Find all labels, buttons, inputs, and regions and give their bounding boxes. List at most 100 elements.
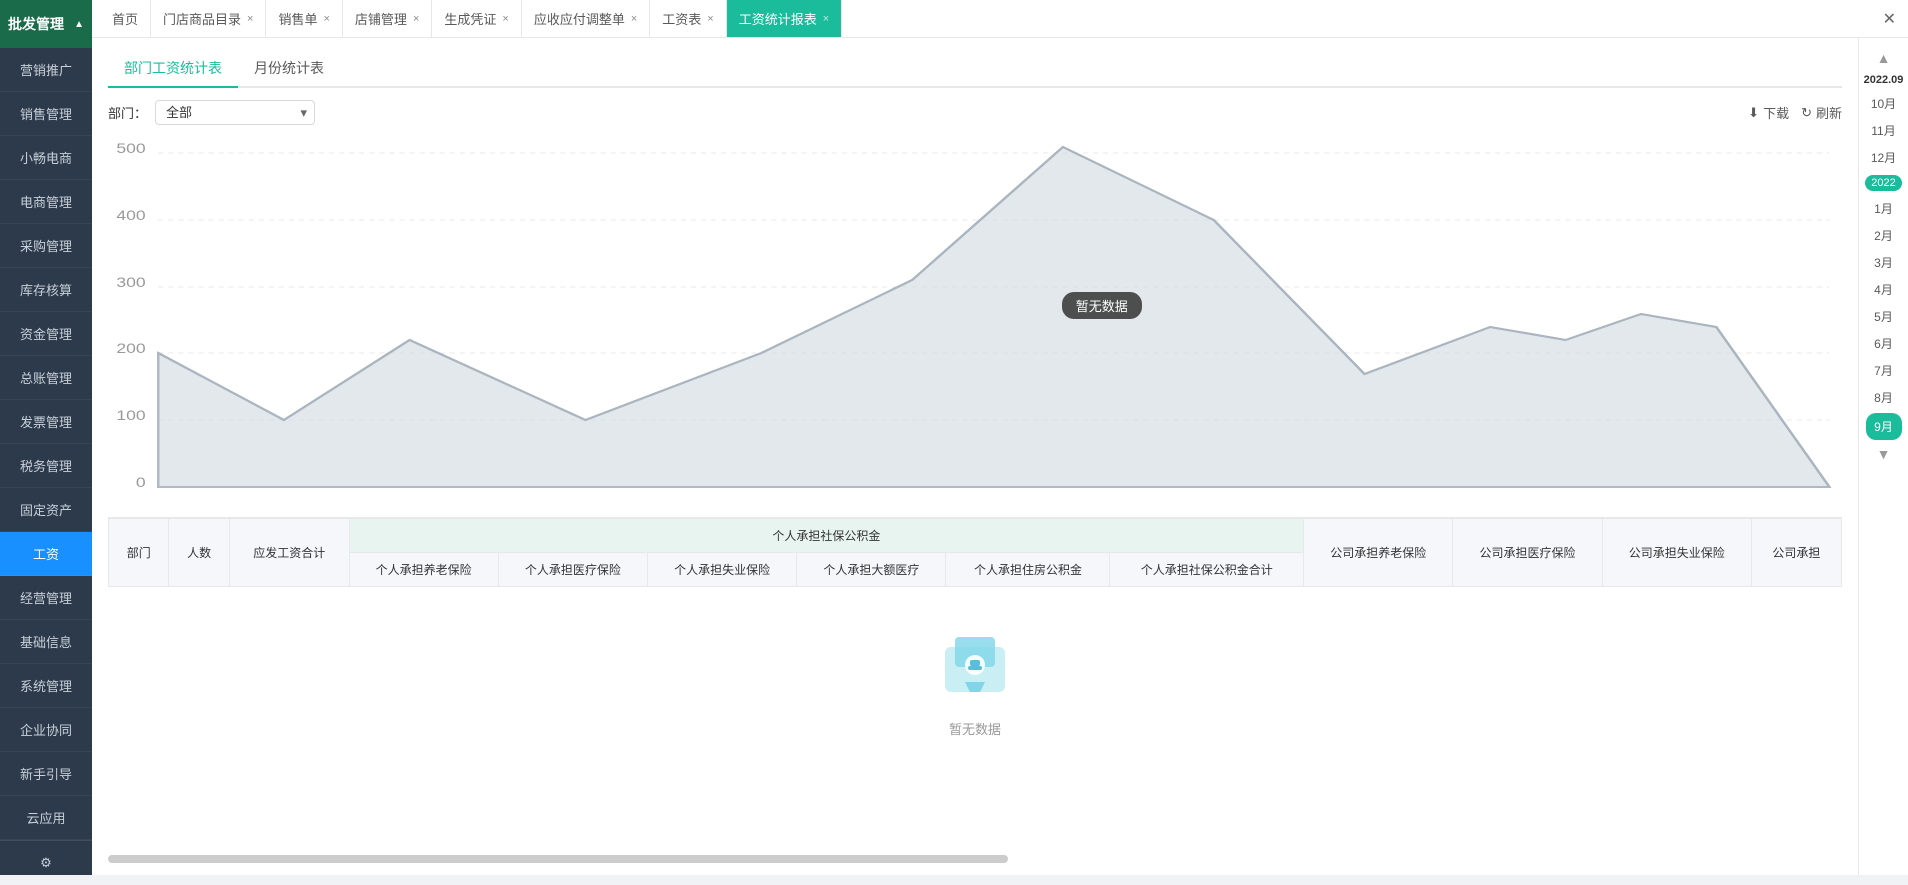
sidebar-item-dsgl[interactable]: 电商管理 (0, 180, 92, 224)
empty-text: 暂无数据 (949, 719, 1001, 738)
timeline-sidebar: ▲ 2022.09 10月 11月 12月 2022 1月 2月 3月 4月 5… (1858, 38, 1908, 875)
dept-select-wrapper: 全部 (155, 100, 315, 125)
tab-ysyftd[interactable]: 应收应付调整单× (522, 0, 650, 38)
toolbar: 部门： 全部 ⬇ 下载 ↻ 刷新 (108, 100, 1842, 125)
content-area: 部门工资统计表 月份统计表 部门： 全部 ⬇ 下载 (92, 38, 1858, 875)
sidebar-header[interactable]: 批发管理 ▲ (0, 0, 92, 48)
tabs-bar: 首页门店商品目录×销售单×店铺管理×生成凭证×应收应付调整单×工资表×工资统计报… (92, 0, 1908, 38)
svg-text:100: 100 (116, 409, 145, 424)
sidebar: 批发管理 ▲ 营销推广销售管理小畅电商电商管理采购管理库存核算资金管理总账管理发… (0, 0, 92, 875)
timeline-month-apr[interactable]: 4月 (1859, 276, 1908, 303)
th-company-unemployment: 公司承担失业保险 (1602, 519, 1751, 587)
sidebar-item-xsyd[interactable]: 新手引导 (0, 752, 92, 796)
svg-text:0: 0 (136, 476, 146, 491)
sidebar-item-yxtt[interactable]: 营销推广 (0, 48, 92, 92)
table-container: 部门 人数 应发工资合计 个人承担社保公积金 公司承担养老保险 公司承担医疗保险… (108, 517, 1842, 863)
timeline-year-current: 2022 (1865, 175, 1901, 191)
table-scroll[interactable]: 部门 人数 应发工资合计 个人承担社保公积金 公司承担养老保险 公司承担医疗保险… (108, 518, 1842, 855)
th-personal-insurance-group: 个人承担社保公积金 (349, 519, 1304, 553)
sidebar-settings[interactable]: ⚙ (0, 840, 92, 885)
download-icon: ⬇ (1748, 105, 1759, 121)
scrollbar-area[interactable] (108, 855, 1842, 863)
tab-close-dpgl[interactable]: × (413, 13, 419, 25)
timeline-month-may[interactable]: 5月 (1859, 303, 1908, 330)
sidebar-item-fpgl[interactable]: 发票管理 (0, 400, 92, 444)
timeline-up-nav[interactable]: ▲ (1877, 46, 1891, 70)
timeline-month-feb[interactable]: 2月 (1859, 222, 1908, 249)
th-dept: 部门 (109, 519, 169, 587)
tab-gztjbb[interactable]: 工资统计报表× (727, 0, 842, 38)
timeline-month-sep[interactable]: 9月 (1866, 413, 1902, 440)
chart-area: 0 100 200 300 400 500 (108, 137, 1842, 517)
sidebar-item-xsgl[interactable]: 销售管理 (0, 92, 92, 136)
th-company-other: 公司承担 (1751, 519, 1841, 587)
sidebar-item-gz[interactable]: 工资 (0, 532, 92, 576)
sidebar-item-yyy[interactable]: 云应用 (0, 796, 92, 840)
close-all-icon[interactable]: ✕ (1879, 5, 1900, 33)
tab-close-gztjbb[interactable]: × (823, 13, 829, 25)
timeline-month-dec[interactable]: 12月 (1859, 144, 1908, 171)
timeline-month-jun[interactable]: 6月 (1859, 330, 1908, 357)
tab-spdml[interactable]: 门店商品目录× (151, 0, 266, 38)
tabs-container: 首页门店商品目录×销售单×店铺管理×生成凭证×应收应付调整单×工资表×工资统计报… (100, 0, 842, 38)
dept-label: 部门： (108, 103, 147, 122)
th-personal-pension: 个人承担养老保险 (349, 553, 498, 587)
timeline-month-nov[interactable]: 11月 (1859, 117, 1908, 144)
sidebar-item-zjgl[interactable]: 资金管理 (0, 312, 92, 356)
timeline-month-jan[interactable]: 1月 (1859, 195, 1908, 222)
chart-svg: 0 100 200 300 400 500 (108, 137, 1842, 497)
download-label: 下载 (1763, 103, 1789, 122)
settings-icon: ⚙ (40, 855, 52, 870)
tab-close-spdml[interactable]: × (247, 13, 253, 25)
timeline-year-2022: 2022.09 (1864, 70, 1904, 90)
sidebar-item-swgl[interactable]: 税务管理 (0, 444, 92, 488)
th-personal-unemployment: 个人承担失业保险 (647, 553, 796, 587)
refresh-label: 刷新 (1816, 103, 1842, 122)
th-personal-large-medical: 个人承担大额医疗 (797, 553, 946, 587)
tab-month-stats[interactable]: 月份统计表 (238, 50, 340, 88)
toolbar-right: ⬇ 下载 ↻ 刷新 (1748, 103, 1842, 122)
sidebar-item-kche[interactable]: 库存核算 (0, 268, 92, 312)
timeline-down-nav[interactable]: ▼ (1877, 442, 1891, 466)
tab-dept-stats[interactable]: 部门工资统计表 (108, 50, 238, 88)
tab-dpgl[interactable]: 店铺管理× (343, 0, 432, 38)
timeline-month-jul[interactable]: 7月 (1859, 357, 1908, 384)
dept-select[interactable]: 全部 (155, 100, 315, 125)
sidebar-item-gdzy[interactable]: 固定资产 (0, 488, 92, 532)
th-personal-medical: 个人承担医疗保险 (498, 553, 647, 587)
sidebar-item-jygl[interactable]: 经营管理 (0, 576, 92, 620)
tab-close-gzb[interactable]: × (707, 13, 713, 25)
tab-xsd[interactable]: 销售单× (266, 0, 342, 38)
sidebar-item-xtgl[interactable]: 系统管理 (0, 664, 92, 708)
timeline-month-oct[interactable]: 10月 (1859, 90, 1908, 117)
main-area: 首页门店商品目录×销售单×店铺管理×生成凭证×应收应付调整单×工资表×工资统计报… (92, 0, 1908, 875)
tab-home[interactable]: 首页 (100, 0, 151, 38)
sidebar-item-xbds[interactable]: 小畅电商 (0, 136, 92, 180)
svg-text:200: 200 (116, 342, 145, 357)
sidebar-items: 营销推广销售管理小畅电商电商管理采购管理库存核算资金管理总账管理发票管理税务管理… (0, 48, 92, 840)
sidebar-item-jcxx[interactable]: 基础信息 (0, 620, 92, 664)
sub-tabs: 部门工资统计表 月份统计表 (108, 50, 1842, 88)
tab-close-scpz[interactable]: × (502, 13, 508, 25)
th-company-medical: 公司承担医疗保险 (1453, 519, 1602, 587)
tabs-bar-right: ✕ (1879, 5, 1900, 33)
tab-close-ysyftd[interactable]: × (631, 13, 637, 25)
tab-gzb[interactable]: 工资表× (650, 0, 726, 38)
svg-text:400: 400 (116, 209, 145, 224)
timeline-month-mar[interactable]: 3月 (1859, 249, 1908, 276)
empty-state: 暂无数据 (108, 587, 1842, 778)
th-count: 人数 (169, 519, 229, 587)
download-button[interactable]: ⬇ 下载 (1748, 103, 1789, 122)
timeline-month-aug[interactable]: 8月 (1859, 384, 1908, 411)
tab-close-xsd[interactable]: × (323, 13, 329, 25)
sidebar-item-cggl[interactable]: 采购管理 (0, 224, 92, 268)
sidebar-item-zzgl[interactable]: 总账管理 (0, 356, 92, 400)
sidebar-collapse-icon: ▲ (74, 19, 84, 30)
toolbar-left: 部门： 全部 (108, 100, 315, 125)
th-personal-insurance-total: 个人承担社保公积金合计 (1110, 553, 1304, 587)
chart-tooltip: 暂无数据 (1062, 292, 1142, 319)
refresh-button[interactable]: ↻ 刷新 (1801, 103, 1842, 122)
sidebar-item-qyxt[interactable]: 企业协同 (0, 708, 92, 752)
tab-scpz[interactable]: 生成凭证× (432, 0, 521, 38)
stats-table: 部门 人数 应发工资合计 个人承担社保公积金 公司承担养老保险 公司承担医疗保险… (108, 518, 1842, 587)
